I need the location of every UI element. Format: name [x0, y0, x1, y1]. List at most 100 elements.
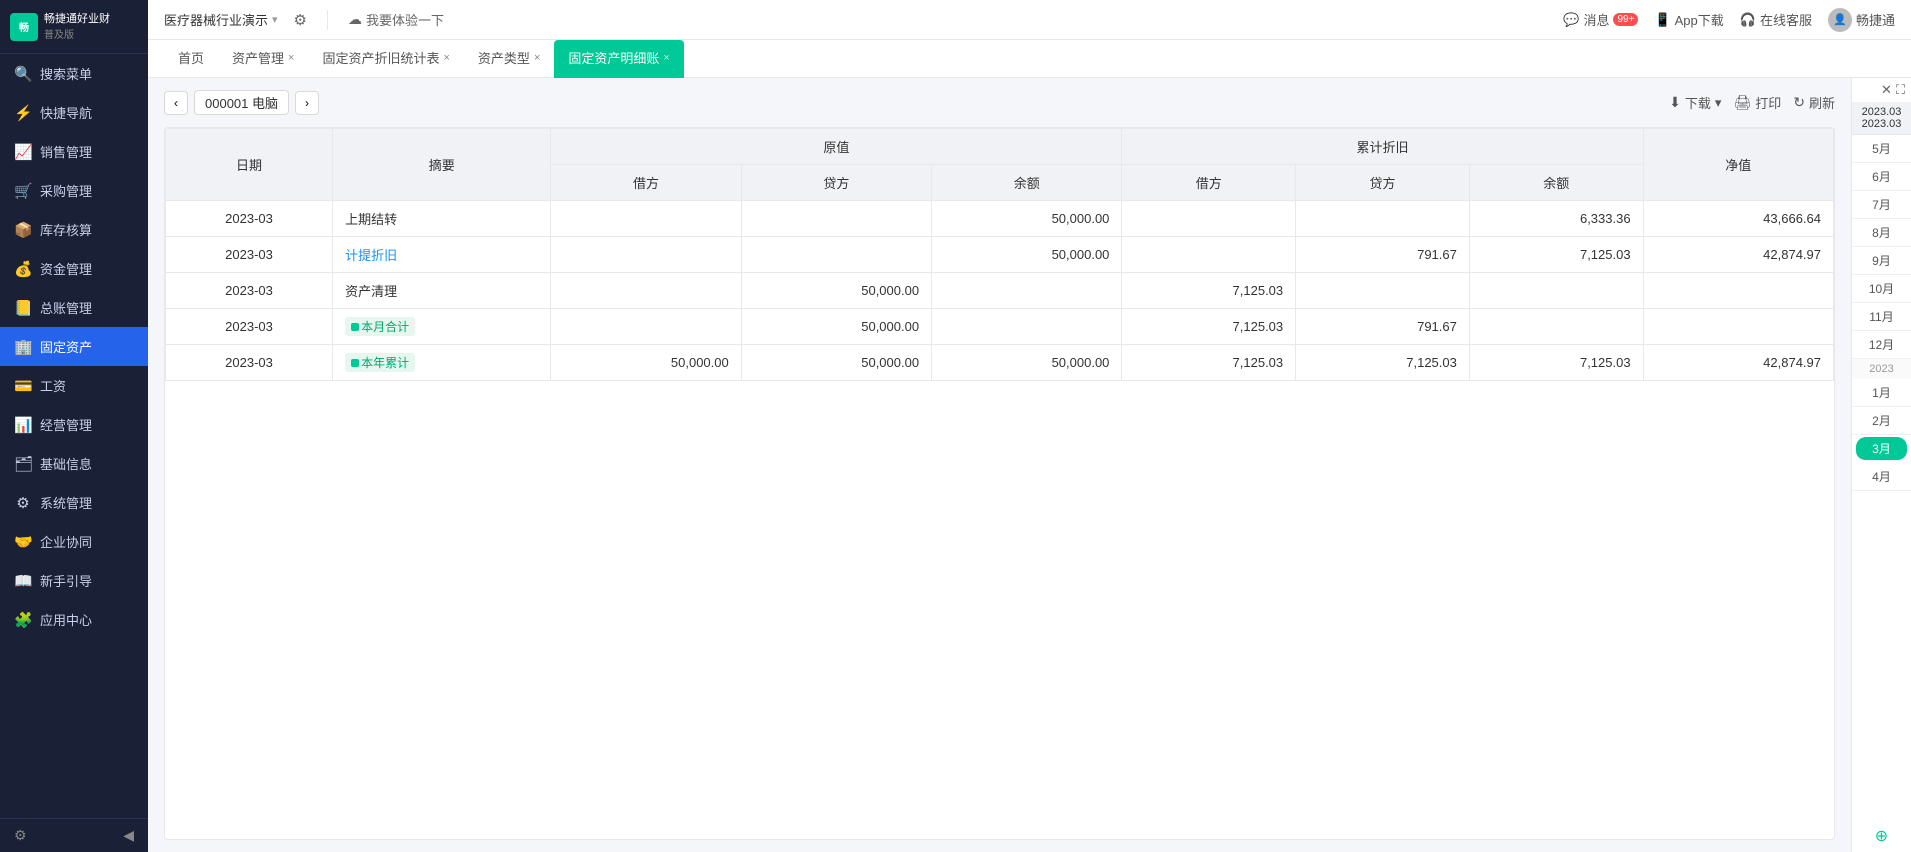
sidebar: 畅 畅捷通好业财 普及版 🔍 搜索菜单 ⚡ 快捷导航 📈 销售管理 🛒 采购管理… — [0, 0, 148, 852]
sidebar-search-label: 搜索菜单 — [40, 64, 92, 83]
rp-month-item[interactable]: 4月 — [1852, 463, 1911, 491]
th-yz-credit: 贷方 — [741, 165, 931, 201]
cell-summary: 计提折旧 — [333, 237, 551, 273]
sidebar-item-basic[interactable]: 🗂 基础信息 — [0, 444, 148, 483]
sidebar-item-search[interactable]: 🔍 搜索菜单 — [0, 54, 148, 93]
table-row: 2023-03 计提折旧 50,000.00 791.67 7,125.03 4… — [166, 237, 1834, 273]
logo-title: 畅捷通好业财 — [44, 12, 110, 26]
summary-text: 资产清理 — [345, 284, 397, 299]
close-panel-icon[interactable]: ✕ — [1881, 82, 1892, 98]
rp-scroll-down-icon[interactable]: ⊕ — [1852, 820, 1911, 852]
cell-lj-credit — [1296, 273, 1470, 309]
rp-month-item[interactable]: 6月 — [1852, 163, 1911, 191]
cell-lj-balance — [1469, 273, 1643, 309]
summary-badge: 本年累计 — [345, 353, 415, 372]
sidebar-search-icon: 🔍 — [14, 65, 32, 83]
messages-btn[interactable]: 💬 消息 99 — [1563, 10, 1638, 29]
data-table-wrap: 日期 摘要 原值 累计折旧 净值 借方 贷方 余额 借方 贷方 余额 — [164, 127, 1835, 840]
nav-next-btn[interactable]: › — [295, 91, 319, 115]
cell-date: 2023-03 — [166, 237, 333, 273]
th-original-value: 原值 — [551, 129, 1122, 165]
tab-asset-mgmt-label: 资产管理 — [232, 48, 284, 67]
tab-asset-detail-close-icon[interactable]: × — [663, 52, 669, 64]
company-settings-icon[interactable]: ⚙ — [294, 11, 307, 29]
sidebar-item-fixed[interactable]: 🏢 固定资产 — [0, 327, 148, 366]
rp-month-item[interactable]: 1月 — [1852, 379, 1911, 407]
service-btn[interactable]: 🎧 在线客服 — [1740, 10, 1812, 29]
download-label: App下载 — [1675, 10, 1724, 29]
rp-month-item[interactable]: 12月 — [1852, 331, 1911, 359]
download-btn[interactable]: 📱 App下载 — [1654, 10, 1723, 29]
cell-yz-debit — [551, 201, 741, 237]
summary-link[interactable]: 计提折旧 — [345, 248, 397, 263]
tab-home[interactable]: 首页 — [164, 40, 218, 78]
logo-icon: 畅 — [10, 13, 38, 41]
summary-badge: 本月合计 — [345, 317, 415, 336]
sidebar-fund-label: 资金管理 — [40, 259, 92, 278]
th-date: 日期 — [166, 129, 333, 201]
sidebar-purchase-icon: 🛒 — [14, 182, 32, 200]
sidebar-item-coop[interactable]: 🤝 企业协同 — [0, 522, 148, 561]
rp-header1: 2023.03 2023.03 — [1852, 102, 1911, 135]
sidebar-operations-icon: 📊 — [14, 416, 32, 434]
settings-icon[interactable]: ⚙ — [14, 827, 27, 844]
tab-depreciation-stats[interactable]: 固定资产折旧统计表 × — [308, 40, 463, 78]
experience-btn[interactable]: ☁ 我要体验一下 — [348, 10, 444, 29]
tab-asset-mgmt[interactable]: 资产管理 × — [218, 40, 308, 78]
sidebar-guide-label: 新手引导 — [40, 571, 92, 590]
tab-asset-type[interactable]: 资产类型 × — [464, 40, 554, 78]
sidebar-item-system[interactable]: ⚙ 系统管理 — [0, 483, 148, 522]
tab-depreciation-stats-close-icon[interactable]: × — [443, 52, 449, 64]
nav-prev-btn[interactable]: ‹ — [164, 91, 188, 115]
rp-month-item[interactable]: 9月 — [1852, 247, 1911, 275]
collapse-icon[interactable]: ◀ — [123, 827, 134, 844]
sidebar-purchase-label: 采购管理 — [40, 181, 92, 200]
refresh-btn[interactable]: ↻ 刷新 — [1793, 93, 1835, 112]
print-btn[interactable]: 🖨 打印 — [1733, 93, 1781, 112]
tab-asset-mgmt-close-icon[interactable]: × — [288, 52, 294, 64]
cell-net-value: 42,874.97 — [1643, 345, 1833, 381]
tab-asset-detail-label: 固定资产明细账 — [568, 48, 659, 67]
sidebar-item-inventory[interactable]: 📦 库存核算 — [0, 210, 148, 249]
sidebar-item-purchase[interactable]: 🛒 采购管理 — [0, 171, 148, 210]
sidebar-item-fund[interactable]: 💰 资金管理 — [0, 249, 148, 288]
rp-month-item[interactable]: 10月 — [1852, 275, 1911, 303]
sidebar-item-sales[interactable]: 📈 销售管理 — [0, 132, 148, 171]
rp-month-item[interactable]: 5月 — [1852, 135, 1911, 163]
th-yz-debit: 借方 — [551, 165, 741, 201]
cell-summary: 资产清理 — [333, 273, 551, 309]
cell-yz-credit: 50,000.00 — [741, 273, 931, 309]
table-body: 2023-03 上期结转 50,000.00 6,333.36 43,666.6… — [166, 201, 1834, 381]
sidebar-item-quicknav[interactable]: ⚡ 快捷导航 — [0, 93, 148, 132]
user-name: 畅捷通 — [1856, 10, 1895, 29]
company-name: 医疗器械行业演示 — [164, 10, 268, 29]
expand-panel-icon[interactable]: ⛶ — [1896, 82, 1905, 98]
sidebar-menu: 🔍 搜索菜单 ⚡ 快捷导航 📈 销售管理 🛒 采购管理 📦 库存核算 💰 资金管… — [0, 54, 148, 818]
company-selector[interactable]: 医疗器械行业演示 ▾ — [164, 10, 278, 29]
user-area[interactable]: 👤 畅捷通 — [1828, 8, 1895, 32]
rp-month-item[interactable]: 7月 — [1852, 191, 1911, 219]
table-row: 2023-03 上期结转 50,000.00 6,333.36 43,666.6… — [166, 201, 1834, 237]
rp-month-item[interactable]: 2月 — [1852, 407, 1911, 435]
sidebar-item-ledger[interactable]: 📒 总账管理 — [0, 288, 148, 327]
cell-date: 2023-03 — [166, 345, 333, 381]
cell-lj-debit — [1122, 201, 1296, 237]
rp-month-item[interactable]: 3月 — [1856, 437, 1907, 461]
rp-month-item[interactable]: 11月 — [1852, 303, 1911, 331]
rp-month-item[interactable]: 8月 — [1852, 219, 1911, 247]
sidebar-item-operations[interactable]: 📊 经营管理 — [0, 405, 148, 444]
tab-asset-detail[interactable]: 固定资产明细账 × — [554, 40, 683, 78]
sidebar-item-guide[interactable]: 📖 新手引导 — [0, 561, 148, 600]
sidebar-item-wage[interactable]: 💳 工资 — [0, 366, 148, 405]
cell-lj-balance: 7,125.03 — [1469, 345, 1643, 381]
tab-asset-type-close-icon[interactable]: × — [534, 52, 540, 64]
th-summary: 摘要 — [333, 129, 551, 201]
company-chevron-icon: ▾ — [272, 13, 278, 26]
sidebar-inventory-icon: 📦 — [14, 221, 32, 239]
asset-navigator: ‹ 000001 电脑 › — [164, 90, 319, 115]
cell-date: 2023-03 — [166, 201, 333, 237]
sidebar-item-apps[interactable]: 🧩 应用中心 — [0, 600, 148, 639]
download-btn[interactable]: ⬇ 下载 ▾ — [1669, 93, 1721, 112]
tab-asset-type-label: 资产类型 — [478, 48, 530, 67]
topbar: 医疗器械行业演示 ▾ ⚙ ☁ 我要体验一下 💬 消息 99 📱 App下载 🎧 … — [148, 0, 1911, 40]
